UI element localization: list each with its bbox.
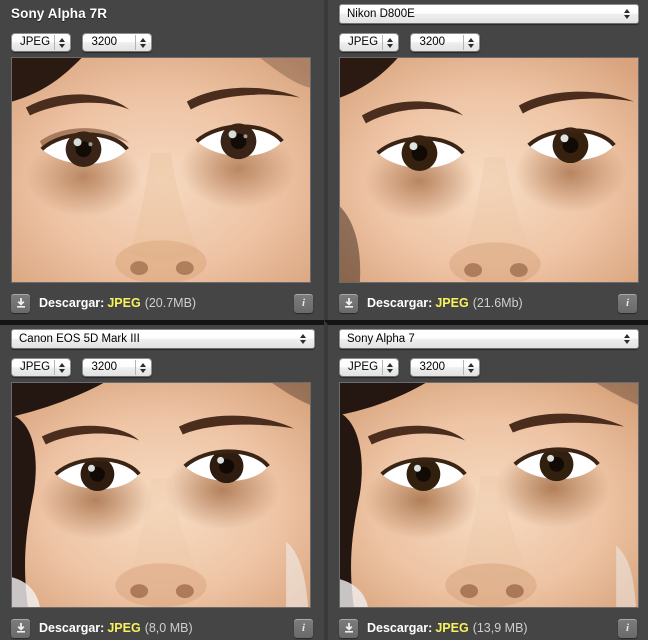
sample-photo-face-crop xyxy=(340,58,638,282)
camera-select[interactable]: Nikon D800E xyxy=(339,4,639,24)
controls-row: JPEG 3200 xyxy=(328,28,648,54)
sample-photo-frame[interactable] xyxy=(11,382,311,608)
chevron-updown-icon xyxy=(54,34,70,51)
camera-cell-sony-alpha-7: Sony Alpha 7 JPEG 3200 Descargar: JPEG (… xyxy=(324,320,648,640)
camera-comparison-page: Sony Alpha 7R JPEG 3200 Descargar: JPEG … xyxy=(0,0,648,640)
download-text[interactable]: Descargar: JPEG (20.7MB) xyxy=(39,294,196,313)
download-size: (8,0 MB) xyxy=(144,620,193,635)
iso-select-value: 3200 xyxy=(419,36,446,48)
chevron-updown-icon xyxy=(135,34,151,51)
camera-cell-nikon-d800e: Nikon D800E JPEG 3200 Descargar: JPEG (2… xyxy=(324,0,648,320)
iso-select-value: 3200 xyxy=(91,361,118,373)
sample-photo-frame[interactable] xyxy=(11,57,311,283)
download-text[interactable]: Descargar: JPEG (13,9 MB) xyxy=(367,619,528,638)
download-format: JPEG xyxy=(435,620,469,635)
download-icon[interactable] xyxy=(11,618,30,638)
controls-row: JPEG 3200 xyxy=(0,353,324,379)
camera-select-value: Nikon D800E xyxy=(347,8,415,20)
download-label: Descargar: xyxy=(367,620,433,635)
sample-photo-frame[interactable] xyxy=(339,382,639,608)
download-bar: Descargar: JPEG (20.7MB) i xyxy=(0,290,324,316)
camera-select[interactable]: Canon EOS 5D Mark III xyxy=(11,329,315,349)
camera-cell-canon-eos-5d-mark-iii: Canon EOS 5D Mark III JPEG 3200 Descarga… xyxy=(0,320,324,640)
download-size: (20.7MB) xyxy=(144,295,197,310)
sample-photo-face-crop xyxy=(12,383,310,607)
download-bar: Descargar: JPEG (21.6Mb) i xyxy=(328,290,648,316)
info-icon[interactable]: i xyxy=(294,293,313,313)
iso-select-value: 3200 xyxy=(419,361,446,373)
download-text[interactable]: Descargar: JPEG (21.6Mb) xyxy=(367,294,523,313)
download-text[interactable]: Descargar: JPEG (8,0 MB) xyxy=(39,619,193,638)
iso-select[interactable]: 3200 xyxy=(82,358,153,377)
download-size: (21.6Mb) xyxy=(472,295,523,310)
camera-select-value: Sony Alpha 7 xyxy=(347,333,415,345)
controls-row: JPEG 3200 xyxy=(0,28,324,54)
download-format: JPEG xyxy=(107,620,141,635)
format-select-value: JPEG xyxy=(348,361,379,373)
download-format: JPEG xyxy=(107,295,141,310)
chevron-updown-icon xyxy=(54,359,70,376)
sample-photo-frame[interactable] xyxy=(339,57,639,283)
camera-cell-sony-alpha-7r: Sony Alpha 7R JPEG 3200 Descargar: JPEG … xyxy=(0,0,324,320)
cell-header: Canon EOS 5D Mark III xyxy=(0,325,324,353)
sample-photo-face-crop xyxy=(12,58,310,282)
download-icon[interactable] xyxy=(339,293,358,313)
controls-row: JPEG 3200 xyxy=(328,353,648,379)
cell-header: Nikon D800E xyxy=(328,0,648,28)
format-select-value: JPEG xyxy=(20,361,51,373)
format-select[interactable]: JPEG xyxy=(339,358,399,377)
download-bar: Descargar: JPEG (13,9 MB) i xyxy=(328,615,648,640)
iso-select-value: 3200 xyxy=(91,36,118,48)
info-icon[interactable]: i xyxy=(294,618,313,638)
chevron-updown-icon xyxy=(135,359,151,376)
chevron-updown-icon xyxy=(382,34,398,51)
sample-photo-face-crop xyxy=(340,383,638,607)
download-icon[interactable] xyxy=(11,293,30,313)
cell-header: Sony Alpha 7 xyxy=(328,325,648,353)
iso-select[interactable]: 3200 xyxy=(82,33,153,52)
chevron-updown-icon xyxy=(619,5,635,23)
chevron-updown-icon xyxy=(295,330,311,348)
format-select[interactable]: JPEG xyxy=(339,33,399,52)
format-select-value: JPEG xyxy=(20,36,51,48)
chevron-updown-icon xyxy=(463,359,479,376)
iso-select[interactable]: 3200 xyxy=(410,33,481,52)
format-select[interactable]: JPEG xyxy=(11,33,71,52)
download-icon[interactable] xyxy=(339,618,358,638)
format-select[interactable]: JPEG xyxy=(11,358,71,377)
download-bar: Descargar: JPEG (8,0 MB) i xyxy=(0,615,324,640)
download-label: Descargar: xyxy=(367,295,433,310)
chevron-updown-icon xyxy=(463,34,479,51)
info-icon[interactable]: i xyxy=(618,293,637,313)
cell-header: Sony Alpha 7R xyxy=(0,0,324,28)
download-size: (13,9 MB) xyxy=(472,620,528,635)
chevron-updown-icon xyxy=(382,359,398,376)
format-select-value: JPEG xyxy=(348,36,379,48)
camera-select-value: Canon EOS 5D Mark III xyxy=(19,333,140,345)
chevron-updown-icon xyxy=(619,330,635,348)
camera-select[interactable]: Sony Alpha 7 xyxy=(339,329,639,349)
download-label: Descargar: xyxy=(39,295,105,310)
info-icon[interactable]: i xyxy=(618,618,637,638)
camera-title: Sony Alpha 7R xyxy=(11,6,108,21)
download-label: Descargar: xyxy=(39,620,105,635)
iso-select[interactable]: 3200 xyxy=(410,358,481,377)
download-format: JPEG xyxy=(435,295,469,310)
